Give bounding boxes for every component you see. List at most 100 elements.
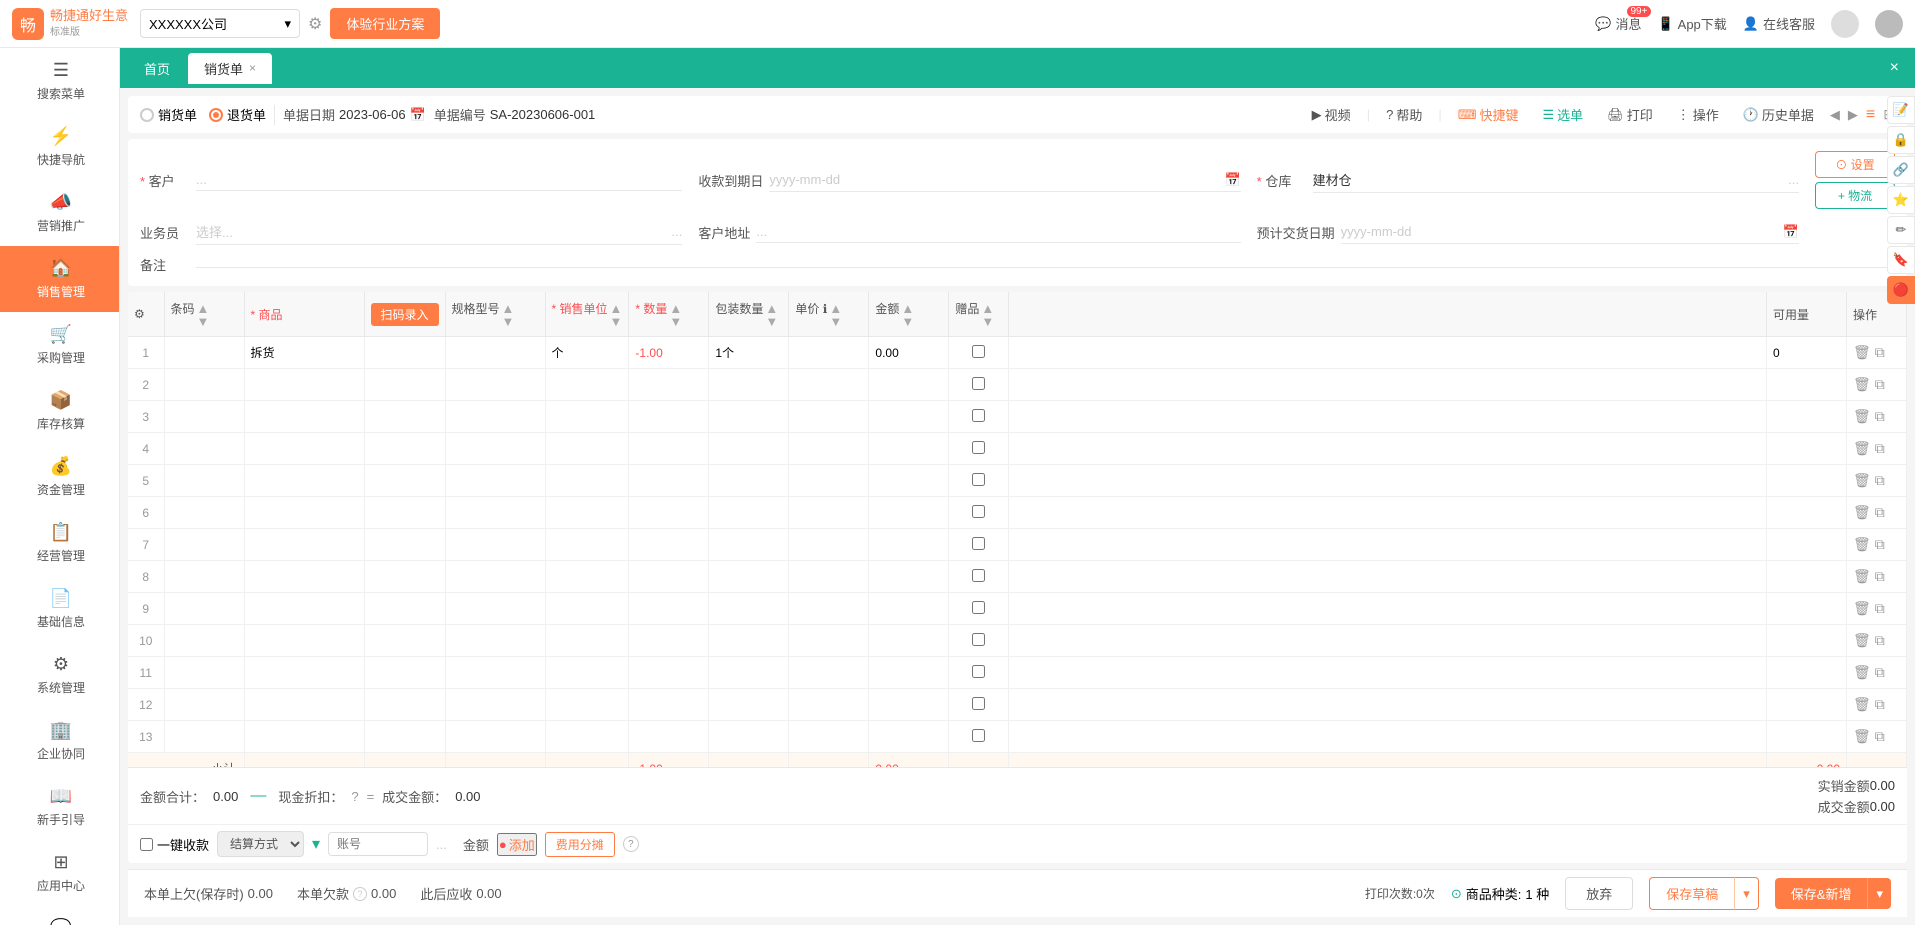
- discard-btn[interactable]: 放弃: [1565, 877, 1633, 910]
- delete-icon[interactable]: 🗑: [1853, 632, 1871, 649]
- save-draft-arrow-btn[interactable]: ▾: [1734, 877, 1759, 910]
- radio-return[interactable]: 退货单: [209, 105, 266, 124]
- delete-icon[interactable]: 🗑: [1853, 664, 1871, 681]
- expense-btn[interactable]: 费用分摊: [545, 832, 615, 857]
- tab-home[interactable]: 首页: [128, 53, 186, 84]
- spec-1[interactable]: [445, 337, 545, 369]
- one-click-payment-label[interactable]: 一键收款: [140, 835, 209, 854]
- logistics-btn[interactable]: + 物流: [1815, 182, 1895, 209]
- radio-sales[interactable]: 销货单: [140, 105, 197, 124]
- float-bookmark-btn[interactable]: 🔖: [1887, 246, 1915, 274]
- sidebar-item-enterprise[interactable]: 🏢 企业协同: [0, 708, 119, 774]
- print-btn[interactable]: 🖨 打印: [1599, 102, 1661, 127]
- delete-icon[interactable]: 🗑: [1853, 376, 1871, 393]
- sidebar-item-quick-nav[interactable]: ⚡ 快捷导航: [0, 114, 119, 180]
- delivery-calendar-icon[interactable]: 📅: [1783, 224, 1799, 240]
- app-download-btn[interactable]: 📱 App下载: [1657, 14, 1726, 33]
- copy-icon[interactable]: ⧉: [1875, 568, 1885, 585]
- payment-method-select[interactable]: 结算方式: [217, 831, 304, 857]
- product-1[interactable]: 拆货: [244, 337, 364, 369]
- price-1[interactable]: [789, 337, 869, 369]
- delete-icon[interactable]: 🗑: [1853, 472, 1871, 489]
- remarks-input[interactable]: [196, 261, 1895, 268]
- experience-btn[interactable]: 体验行业方案: [330, 8, 440, 39]
- add-payment-btn[interactable]: ● 添加: [497, 833, 537, 856]
- th-barcode[interactable]: 条码▲▼: [164, 292, 244, 337]
- th-product[interactable]: * 商品: [244, 292, 364, 337]
- warehouse-input[interactable]: 建材仓 ...: [1313, 167, 1799, 193]
- delete-icon-1[interactable]: 🗑: [1853, 344, 1871, 361]
- message-btn[interactable]: 💬 消息 99+: [1595, 14, 1641, 33]
- sidebar-item-business[interactable]: 📋 经营管理: [0, 510, 119, 576]
- th-pack-qty[interactable]: 包装数量▲▼: [709, 292, 789, 337]
- sidebar-item-marketing[interactable]: 📣 营销推广: [0, 180, 119, 246]
- gift-1[interactable]: [949, 337, 1009, 369]
- th-qty[interactable]: * 数量▲▼: [629, 292, 709, 337]
- th-price[interactable]: 单价 ℹ▲▼: [789, 292, 869, 337]
- payment-calendar-icon[interactable]: 📅: [1224, 172, 1240, 188]
- debt-help-icon[interactable]: ?: [353, 887, 367, 901]
- th-amount[interactable]: 金额▲▼: [869, 292, 949, 337]
- delete-icon[interactable]: 🗑: [1853, 696, 1871, 713]
- delete-icon[interactable]: 🗑: [1853, 440, 1871, 457]
- tab-close-icon[interactable]: ×: [249, 61, 256, 75]
- float-edit-btn[interactable]: ✏: [1887, 216, 1915, 244]
- copy-icon[interactable]: ⧉: [1875, 664, 1885, 681]
- th-available[interactable]: 可用量: [1767, 292, 1847, 337]
- copy-icon[interactable]: ⧉: [1875, 696, 1885, 713]
- video-btn[interactable]: ▶ 视频: [1304, 102, 1359, 127]
- gift-checkbox-1[interactable]: [972, 345, 985, 358]
- delete-icon[interactable]: 🗑: [1853, 504, 1871, 521]
- copy-icon[interactable]: ⧉: [1875, 600, 1885, 617]
- delivery-date-input[interactable]: yyyy-mm-dd 📅: [1341, 221, 1799, 244]
- save-new-btn[interactable]: 保存&新增: [1775, 878, 1868, 909]
- copy-icon[interactable]: ⧉: [1875, 472, 1885, 489]
- sidebar-item-purchase[interactable]: 🛒 采购管理: [0, 312, 119, 378]
- settings-btn[interactable]: ⊙ 设置: [1815, 151, 1895, 178]
- scan-btn[interactable]: 扫码录入: [371, 303, 439, 326]
- delete-icon[interactable]: 🗑: [1853, 536, 1871, 553]
- history-btn[interactable]: 🕐 历史单据: [1735, 102, 1822, 127]
- sidebar-item-guide[interactable]: 📖 新手引导: [0, 774, 119, 840]
- qty-1[interactable]: -1.00: [629, 337, 709, 369]
- view-list-icon[interactable]: ≡: [1866, 106, 1875, 124]
- cash-discount-help[interactable]: ?: [351, 789, 358, 804]
- nav-next-icon[interactable]: ▶: [1848, 107, 1858, 123]
- settings-gear-icon[interactable]: ⚙: [308, 14, 322, 34]
- delete-icon[interactable]: 🗑: [1853, 600, 1871, 617]
- payment-method-dots[interactable]: ▾: [312, 834, 320, 854]
- customer-input[interactable]: ...: [196, 169, 682, 191]
- sidebar-item-system[interactable]: ⚙ 系统管理: [0, 642, 119, 708]
- payment-date-input[interactable]: yyyy-mm-dd 📅: [769, 169, 1240, 192]
- delete-icon[interactable]: 🗑: [1853, 728, 1871, 745]
- unit-1[interactable]: 个: [545, 337, 629, 369]
- amount-1[interactable]: 0.00: [869, 337, 949, 369]
- copy-icon[interactable]: ⧉: [1875, 440, 1885, 457]
- nav-prev-icon[interactable]: ◀: [1830, 107, 1840, 123]
- save-new-arrow-btn[interactable]: ▾: [1867, 878, 1891, 909]
- save-draft-btn[interactable]: 保存草稿: [1649, 877, 1734, 910]
- delete-icon[interactable]: 🗑: [1853, 568, 1871, 585]
- barcode-1[interactable]: [164, 337, 244, 369]
- shortcut-btn[interactable]: ⌨ 快捷键: [1450, 102, 1527, 127]
- float-star-btn[interactable]: ⭐: [1887, 186, 1915, 214]
- float-alert-btn[interactable]: 🔴: [1887, 276, 1915, 304]
- expense-help-icon[interactable]: ?: [623, 836, 639, 852]
- delete-icon[interactable]: 🗑: [1853, 408, 1871, 425]
- copy-icon[interactable]: ⧉: [1875, 376, 1885, 393]
- copy-icon[interactable]: ⧉: [1875, 632, 1885, 649]
- th-gift[interactable]: 赠品▲▼: [949, 292, 1009, 337]
- help-btn[interactable]: ? 帮助: [1378, 102, 1430, 127]
- payment-account-input[interactable]: [328, 832, 428, 856]
- sidebar-item-finance[interactable]: 💰 资金管理: [0, 444, 119, 510]
- th-settings[interactable]: ⚙: [128, 292, 164, 337]
- sidebar-item-wechat[interactable]: 💬 企业微信: [0, 906, 119, 925]
- float-lock-btn[interactable]: 🔒: [1887, 126, 1915, 154]
- th-unit[interactable]: * 销售单位▲▼: [545, 292, 629, 337]
- select-btn[interactable]: ☰ 选单: [1535, 102, 1592, 127]
- th-scan[interactable]: 扫码录入: [364, 292, 445, 337]
- copy-icon-1[interactable]: ⧉: [1875, 344, 1885, 361]
- sidebar-item-search[interactable]: ☰ 搜索菜单: [0, 48, 119, 114]
- one-click-checkbox[interactable]: [140, 838, 153, 851]
- product-type-icon[interactable]: ⊙: [1451, 886, 1462, 902]
